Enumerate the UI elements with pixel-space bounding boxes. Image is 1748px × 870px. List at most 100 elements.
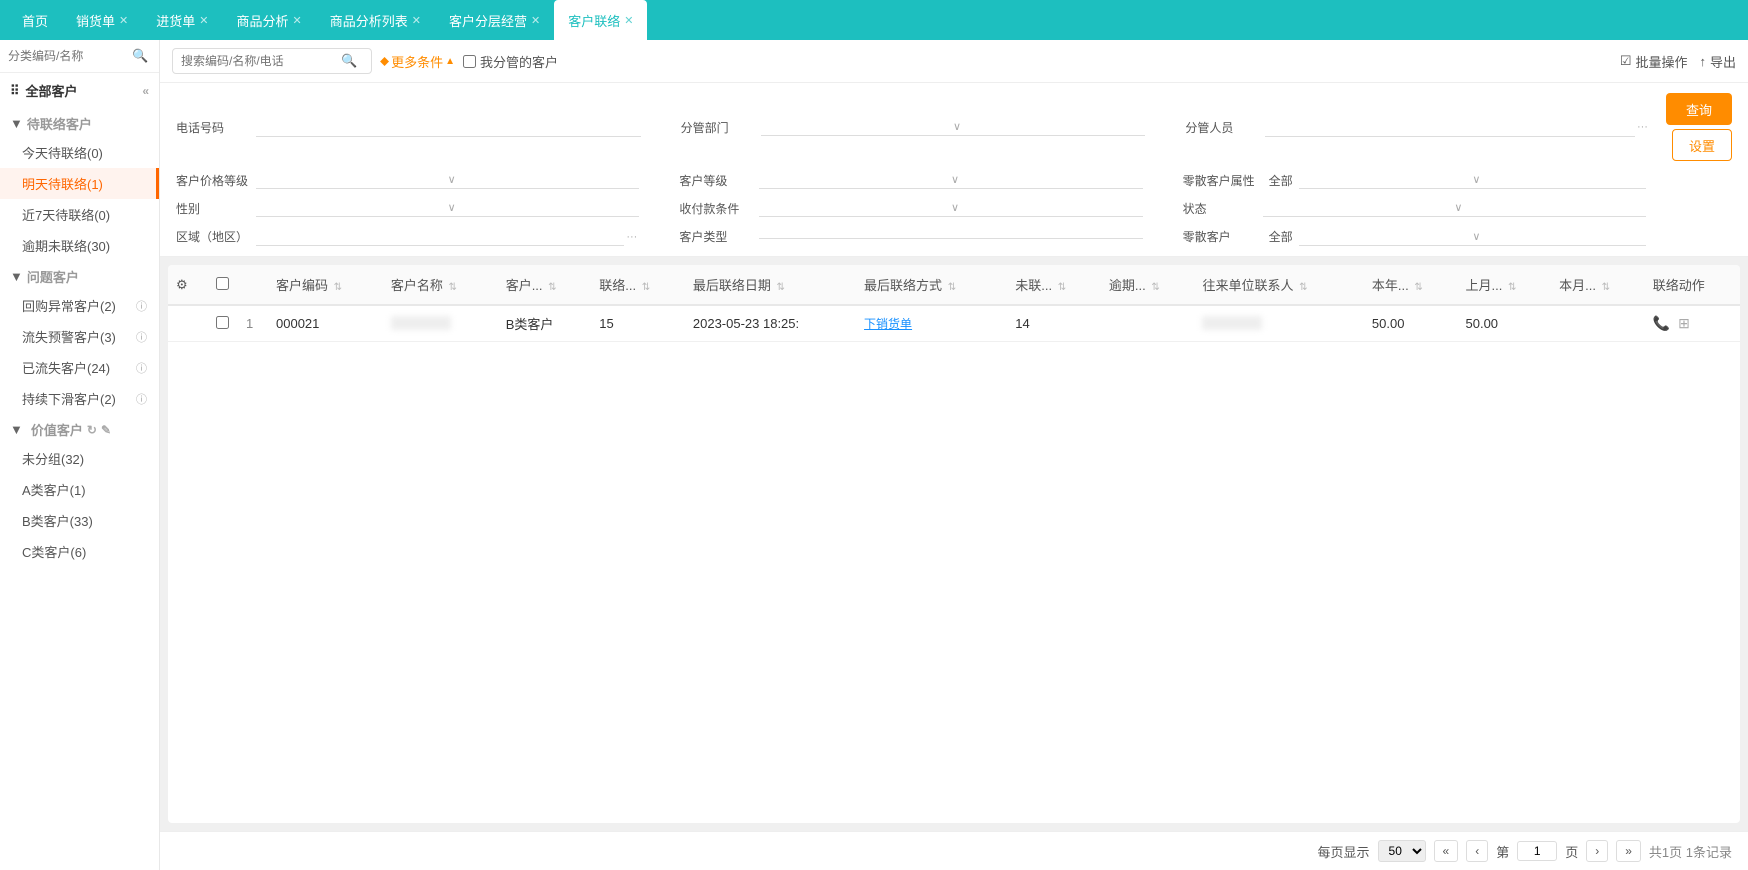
sidebar-item-declining[interactable]: 持续下滑客户(2) ⓘ (0, 383, 159, 414)
code-col-header[interactable]: 客户编码 ⇅ (268, 265, 383, 305)
person-more-icon[interactable]: ··· (1635, 119, 1650, 135)
sidebar-item-today[interactable]: 今天待联络(0) (0, 137, 159, 168)
my-customer-checkbox[interactable] (463, 55, 476, 68)
payment-select[interactable]: ∨ (759, 199, 1142, 217)
sidebar-item-b-class[interactable]: B类客户(33) (0, 505, 159, 536)
nav-close-analysis[interactable]: ✕ (293, 14, 302, 27)
nav-product-analysis-list[interactable]: 商品分析列表 ✕ (316, 0, 435, 40)
overdue-col-header[interactable]: 逾期... ⇅ (1101, 265, 1195, 305)
sidebar-item-ungrouped[interactable]: 未分组(32) (0, 443, 159, 474)
name-sort-icon: ⇅ (448, 282, 456, 293)
name-col-header[interactable]: 客户名称 ⇅ (383, 265, 498, 305)
nav-customer-layered[interactable]: 客户分层经营 ✕ (435, 0, 554, 40)
query-button[interactable]: 查询 (1666, 93, 1732, 125)
collapse-icon[interactable]: « (142, 84, 149, 98)
sidebar-item-repurchase-abnormal[interactable]: 回购异常客户(2) ⓘ (0, 290, 159, 321)
row-this-month (1551, 305, 1645, 342)
overdue-sort-icon: ⇅ (1151, 282, 1159, 293)
grid-action-icon[interactable]: ⊞ (1678, 315, 1690, 332)
next-page-button[interactable]: › (1586, 840, 1608, 862)
grid-dots-icon: ⠿ (10, 83, 20, 99)
customer-grade-select[interactable]: ∨ (759, 171, 1142, 189)
per-page-select[interactable]: 50 (1378, 840, 1426, 862)
status-select[interactable]: ∨ (1263, 199, 1646, 217)
info-icon4: ⓘ (136, 391, 147, 407)
filter-panel: 电话号码 分管部门 ∨ 分管人员 ··· (160, 83, 1748, 257)
nav-close-layered[interactable]: ✕ (531, 14, 540, 27)
my-customer-checkbox-label[interactable]: 我分管的客户 (463, 52, 558, 71)
not-contact-col-header[interactable]: 未联... ⇅ (1007, 265, 1101, 305)
sidebar-item-churned[interactable]: 已流失客户(24) ⓘ (0, 352, 159, 383)
nav-product-analysis[interactable]: 商品分析 ✕ (222, 0, 315, 40)
nav-purchase-order[interactable]: 进货单 ✕ (142, 0, 222, 40)
value-grade-select[interactable]: ∨ (256, 171, 639, 189)
page-number-input[interactable] (1517, 841, 1557, 861)
sidebar-item-c-class[interactable]: C类客户(6) (0, 536, 159, 567)
customer-type-select[interactable] (759, 234, 1142, 239)
retail-attr-select[interactable]: ∨ (1299, 171, 1646, 189)
sidebar-item-overdue[interactable]: 逾期未联络(30) (0, 230, 159, 261)
row-last-contact-method[interactable]: 下销货单 (856, 305, 1007, 342)
this-year-col-header[interactable]: 本年... ⇅ (1364, 265, 1458, 305)
search-bar: 🔍 ⬥ 更多条件 ▲ 我分管的客户 ☑ 批量操作 ↑ 导出 (160, 40, 1748, 83)
nav-close-sales[interactable]: ✕ (119, 14, 128, 27)
last-month-col-header[interactable]: 上月... ⇅ (1458, 265, 1552, 305)
search-submit-icon[interactable]: 🔍 (341, 53, 357, 69)
more-filter-button[interactable]: ⬥ 更多条件 ▲ (380, 52, 455, 71)
last-contact-method-link[interactable]: 下销货单 (864, 317, 912, 331)
contact-col-header[interactable]: 联络... ⇅ (591, 265, 685, 305)
person-input[interactable] (1265, 118, 1635, 137)
all-customers-header[interactable]: ⠿ 全部客户 « (0, 73, 159, 108)
search-input[interactable] (181, 54, 341, 68)
table-header-row: ⚙ 客户编码 ⇅ 客户名称 ⇅ (168, 265, 1740, 305)
dept-select[interactable]: ∨ (761, 118, 1146, 136)
set-button[interactable]: 设置 (1672, 129, 1732, 161)
checkbox-col-header[interactable] (208, 265, 238, 305)
export-button[interactable]: ↑ 导出 (1699, 52, 1736, 71)
retail-attr-field: 零散客户属性 全部 ∨ (1183, 171, 1646, 189)
row-select-checkbox[interactable] (216, 316, 229, 329)
row-this-year: 50.00 (1364, 305, 1458, 342)
phone-action-icon[interactable]: 📞 (1653, 315, 1670, 332)
problem-customer-group: ▼ 问题客户 (0, 261, 159, 290)
prev-page-button[interactable]: ‹ (1466, 840, 1488, 862)
type-col-header[interactable]: 客户... ⇅ (498, 265, 592, 305)
first-page-button[interactable]: « (1434, 840, 1459, 862)
select-all-checkbox[interactable] (216, 277, 229, 290)
settings-icon[interactable]: ⚙ (176, 277, 188, 292)
region-input[interactable] (256, 227, 624, 246)
phone-input[interactable] (256, 118, 641, 137)
region-more-icon[interactable]: ··· (624, 229, 639, 245)
arrow-down-icon3: ▼ (10, 422, 23, 437)
row-type: B类客户 (498, 305, 592, 342)
type-sort-icon: ⇅ (548, 282, 556, 293)
nav-home[interactable]: 首页 (8, 0, 62, 40)
customer-grade-chevron-icon: ∨ (951, 173, 1139, 186)
nav-close-purchase[interactable]: ✕ (199, 14, 208, 27)
last-page-button[interactable]: » (1616, 840, 1641, 862)
sidebar-item-a-class[interactable]: A类客户(1) (0, 474, 159, 505)
row-last-month: 50.00 (1458, 305, 1552, 342)
sidebar-search-icon[interactable]: 🔍 (132, 48, 148, 64)
status-field: 状态 ∨ (1183, 199, 1646, 217)
edit-icon[interactable]: ✎ (101, 423, 111, 437)
sidebar-item-churn-warning[interactable]: 流失预警客户(3) ⓘ (0, 321, 159, 352)
last-contact-method-col-header[interactable]: 最后联络方式 ⇅ (856, 265, 1007, 305)
last-contact-date-col-header[interactable]: 最后联络日期 ⇅ (685, 265, 856, 305)
settings-col-header[interactable]: ⚙ (168, 265, 208, 305)
batch-operation-button[interactable]: ☑ 批量操作 (1620, 52, 1688, 71)
row-checkbox[interactable] (208, 305, 238, 342)
sidebar-search-input[interactable] (8, 49, 128, 63)
nav-customer-contact[interactable]: 客户联络 ✕ (554, 0, 647, 40)
table-footer: 每页显示 50 « ‹ 第 页 › » 共1页 1条记录 (160, 831, 1748, 870)
retail-customer-select[interactable]: ∨ (1299, 228, 1646, 246)
nav-close-contact[interactable]: ✕ (624, 14, 633, 27)
gender-select[interactable]: ∨ (256, 199, 639, 217)
unit-contact-col-header[interactable]: 往来单位联系人 ⇅ (1194, 265, 1363, 305)
refresh-icon[interactable]: ↻ (87, 423, 97, 437)
sidebar-item-tomorrow[interactable]: 明天待联络(1) (0, 168, 159, 199)
nav-close-analysis-list[interactable]: ✕ (412, 14, 421, 27)
this-month-col-header[interactable]: 本月... ⇅ (1551, 265, 1645, 305)
sidebar-item-7days[interactable]: 近7天待联络(0) (0, 199, 159, 230)
nav-sales-order[interactable]: 销货单 ✕ (62, 0, 142, 40)
